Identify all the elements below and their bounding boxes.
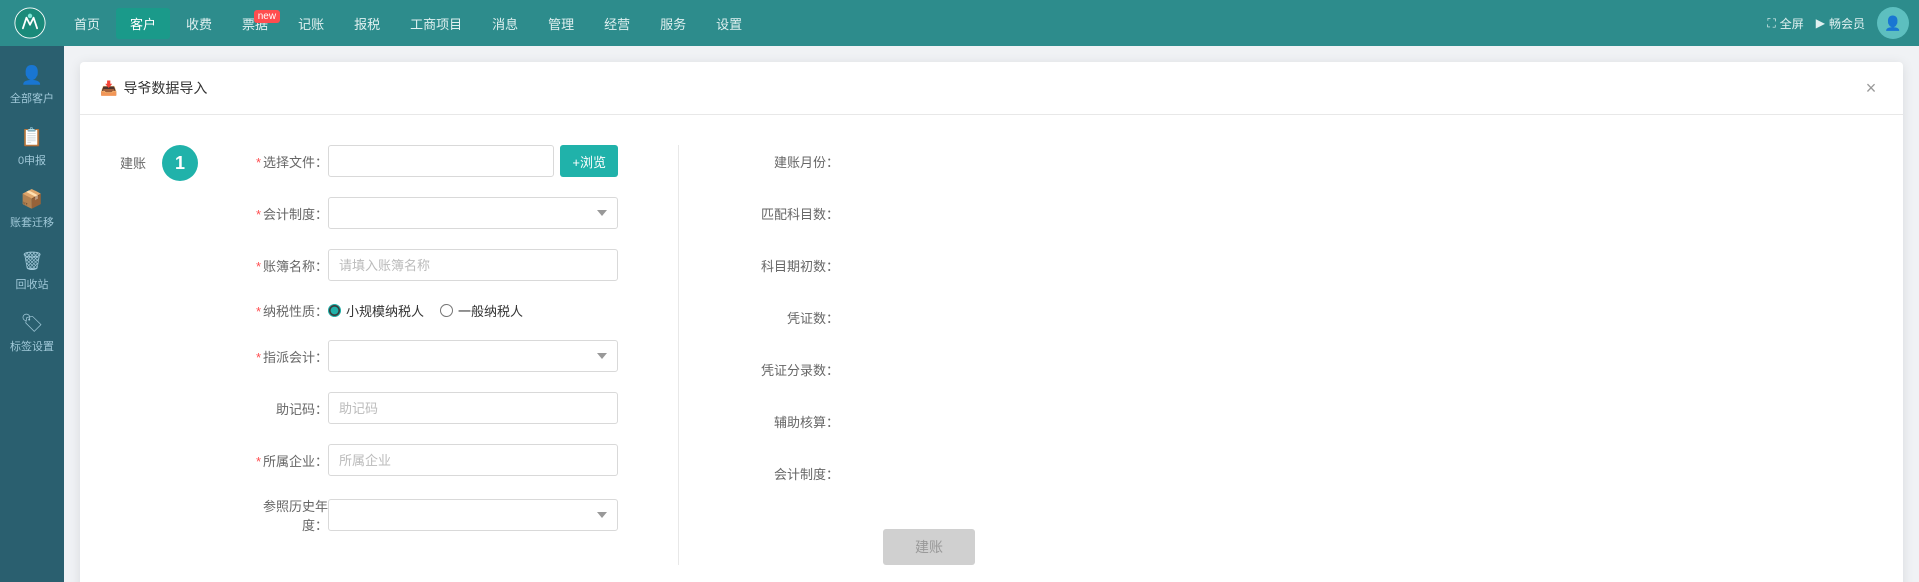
- build-account-button[interactable]: 建账: [883, 529, 975, 565]
- ledger-name-row: 账簿名称：: [238, 249, 618, 281]
- tax-general-radio[interactable]: 一般纳税人: [440, 301, 523, 320]
- avatar-icon: 👤: [1884, 15, 1901, 32]
- tax-type-row: 纳税性质： 小规模纳税人 一般纳税人: [238, 301, 618, 320]
- match-subjects-row: 匹配科目数：: [739, 197, 1119, 229]
- nav-item-customers[interactable]: 客户: [116, 8, 170, 39]
- member-button[interactable]: ▶ 畅会员: [1816, 15, 1865, 32]
- fullscreen-icon: ⛶: [1767, 16, 1775, 31]
- member-icon: ▶: [1816, 16, 1825, 30]
- nav-item-settings[interactable]: 设置: [702, 8, 756, 39]
- step-indicator-area: 建账 1: [120, 145, 198, 565]
- sidebar-item-all-customers[interactable]: 👤 全部客户: [4, 56, 60, 114]
- declaration-icon: 📋: [21, 126, 43, 148]
- voucher-count-label: 凭证数：: [739, 308, 839, 327]
- reference-year-row: 参照历史年度：: [238, 496, 618, 534]
- nav-item-operations[interactable]: 经营: [590, 8, 644, 39]
- tax-type-radio-group: 小规模纳税人 一般纳税人: [328, 301, 618, 320]
- voucher-records-label: 凭证分录数：: [739, 360, 839, 379]
- dialog-body: 建账 1 选择文件： +浏览 会计制度：: [80, 115, 1903, 582]
- assign-accountant-select[interactable]: [328, 340, 618, 372]
- tax-type-label: 纳税性质：: [238, 301, 328, 320]
- ledger-name-input[interactable]: [328, 249, 618, 281]
- match-subjects-label: 匹配科目数：: [739, 204, 839, 223]
- app-logo: [10, 3, 50, 43]
- nav-item-bookkeeping[interactable]: 记账: [284, 8, 338, 39]
- dialog-title: 📥 导爷数据导入: [100, 78, 207, 98]
- file-row: 选择文件： +浏览: [238, 145, 618, 177]
- fullscreen-button[interactable]: ⛶ 全屏: [1767, 15, 1803, 32]
- accounting-system-label: 会计制度：: [238, 204, 328, 223]
- nav-item-services[interactable]: 服务: [646, 8, 700, 39]
- company-input[interactable]: [328, 444, 618, 476]
- file-label: 选择文件：: [238, 152, 328, 171]
- sidebar-item-account-migration[interactable]: 📦 账套迁移: [4, 180, 60, 238]
- voucher-records-value: [839, 353, 1119, 385]
- dialog-header: 📥 导爷数据导入 ×: [80, 62, 1903, 115]
- period-init-row: 科目期初数：: [739, 249, 1119, 281]
- aux-accounting-label: 辅助核算：: [739, 412, 839, 431]
- account-migration-icon: 📦: [21, 188, 43, 210]
- file-input-group: +浏览: [328, 145, 618, 177]
- nav-item-tax[interactable]: 报税: [340, 8, 394, 39]
- period-init-value: [839, 249, 1119, 281]
- browse-button[interactable]: +浏览: [560, 145, 618, 177]
- match-subjects-value: [839, 197, 1119, 229]
- main-content: 📥 导爷数据导入 × 建账 1 选择文件：: [64, 46, 1919, 582]
- build-month-label: 建账月份：: [739, 152, 839, 171]
- voucher-count-value: [839, 301, 1119, 333]
- voucher-records-row: 凭证分录数：: [739, 353, 1119, 385]
- reference-year-select[interactable]: [328, 499, 618, 531]
- nav-item-messages[interactable]: 消息: [478, 8, 532, 39]
- step-label: 建账: [120, 149, 146, 172]
- build-month-row: 建账月份：: [739, 145, 1119, 177]
- new-badge: new: [254, 10, 280, 23]
- tax-small-radio[interactable]: 小规模纳税人: [328, 301, 424, 320]
- memo-code-row: 助记码：: [238, 392, 618, 424]
- vertical-divider: [678, 145, 679, 565]
- nav-item-business[interactable]: 工商项目: [396, 8, 476, 39]
- close-button[interactable]: ×: [1859, 76, 1883, 100]
- aux-accounting-value: [839, 405, 1119, 437]
- top-navigation: 首页 客户 收费 票据 new 记账 报税 工商项目 消息 管理 经营 服务 设…: [0, 0, 1919, 46]
- sidebar: 👤 全部客户 📋 0申报 📦 账套迁移 🗑 回收站 🏷 标签设置: [0, 46, 64, 582]
- nav-menu: 首页 客户 收费 票据 new 记账 报税 工商项目 消息 管理 经营 服务 设…: [60, 8, 1767, 39]
- form-right: 建账月份： 匹配科目数： 科目期初数： 凭证数: [739, 145, 1119, 565]
- tag-settings-icon: 🏷: [21, 312, 43, 334]
- form-left: 选择文件： +浏览 会计制度：: [238, 145, 618, 565]
- period-init-label: 科目期初数：: [739, 256, 839, 275]
- nav-item-fees[interactable]: 收费: [172, 8, 226, 39]
- assign-accountant-label: 指派会计：: [238, 347, 328, 366]
- nav-item-invoices[interactable]: 票据 new: [228, 8, 282, 39]
- import-dialog: 📥 导爷数据导入 × 建账 1 选择文件：: [80, 62, 1903, 582]
- accounting-system-row: 会计制度：: [238, 197, 618, 229]
- company-label: 所属企业：: [238, 451, 328, 470]
- company-row: 所属企业：: [238, 444, 618, 476]
- recycle-bin-icon: 🗑: [21, 250, 43, 272]
- build-month-value: [839, 145, 1119, 177]
- assign-accountant-row: 指派会计：: [238, 340, 618, 372]
- step-circle-1: 1: [162, 145, 198, 181]
- sidebar-item-recycle-bin[interactable]: 🗑 回收站: [4, 242, 60, 300]
- reference-year-label: 参照历史年度：: [238, 496, 328, 534]
- file-input[interactable]: [328, 145, 554, 177]
- build-button-container: 建账: [739, 509, 1119, 565]
- accounting-system-right-label: 会计制度：: [739, 464, 839, 483]
- memo-code-label: 助记码：: [238, 399, 328, 418]
- nav-right-panel: ⛶ 全屏 ▶ 畅会员 👤: [1767, 7, 1909, 39]
- import-icon: 📥: [100, 80, 117, 97]
- sidebar-item-declaration[interactable]: 📋 0申报: [4, 118, 60, 176]
- sidebar-item-tag-settings[interactable]: 🏷 标签设置: [4, 304, 60, 362]
- main-layout: 👤 全部客户 📋 0申报 📦 账套迁移 🗑 回收站 🏷 标签设置 📥 导爷: [0, 46, 1919, 582]
- memo-code-input[interactable]: [328, 392, 618, 424]
- all-customers-icon: 👤: [21, 64, 43, 86]
- aux-accounting-row: 辅助核算：: [739, 405, 1119, 437]
- accounting-system-right-row: 会计制度：: [739, 457, 1119, 489]
- ledger-name-label: 账簿名称：: [238, 256, 328, 275]
- accounting-system-right-value: [839, 457, 1119, 489]
- voucher-count-row: 凭证数：: [739, 301, 1119, 333]
- nav-item-home[interactable]: 首页: [60, 8, 114, 39]
- nav-item-manage[interactable]: 管理: [534, 8, 588, 39]
- accounting-system-select[interactable]: [328, 197, 618, 229]
- avatar[interactable]: 👤: [1877, 7, 1909, 39]
